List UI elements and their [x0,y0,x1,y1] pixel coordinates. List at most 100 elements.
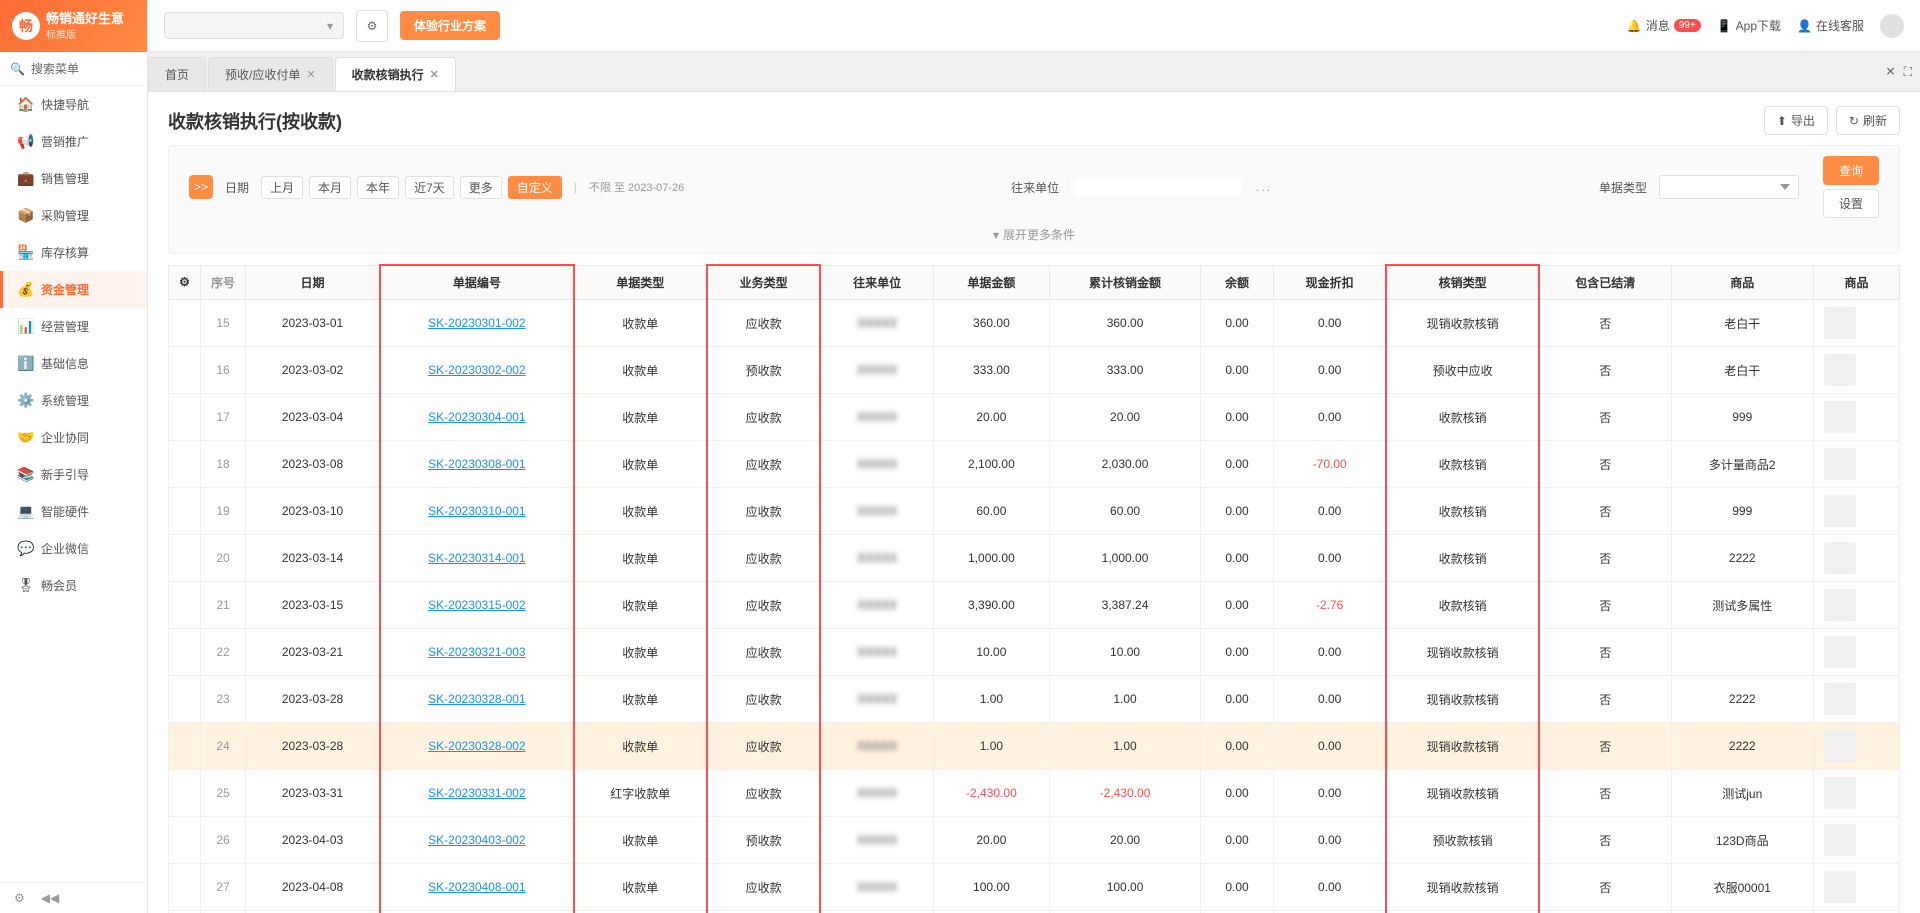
tab-close-icon[interactable]: ✕ [306,68,315,81]
sidebar-item-yingxiaotuiguang[interactable]: 📢 营销推广 [0,123,147,160]
col-header-settings[interactable]: ⚙ [169,265,201,300]
bill-no-link[interactable]: SK-20230308-001 [428,457,525,471]
close-tab-icon[interactable]: ✕ [1886,65,1896,79]
row-partner-cell: XXXXX [820,676,933,723]
sidebar-item-zijinguanli[interactable]: 💰 资金管理 [0,271,147,308]
expand-conditions-button[interactable]: ▾ 展开更多条件 [993,226,1075,243]
user-avatar[interactable] [1880,14,1904,38]
row-bill-no-cell[interactable]: SK-20230308-001 [380,441,574,488]
date-btn-7days[interactable]: 近7天 [405,176,454,199]
bill-no-link[interactable]: SK-20230331-002 [428,786,525,800]
row-bill-no-cell[interactable]: SK-20230328-002 [380,723,574,770]
tab-shoukuanhexiao[interactable]: 收款核销执行 ✕ [335,57,456,91]
date-btn-this-month[interactable]: 本月 [309,176,351,199]
tab-close-icon[interactable]: ✕ [430,68,439,81]
row-balance-cell: 0.00 [1201,300,1274,347]
messages-action[interactable]: 🔔 消息 99+ [1627,17,1701,34]
content-area: 收款核销执行(按收款) ⬆ 导出 ↻ 刷新 >> 日期 上月 本月 [148,92,1920,913]
bill-no-link[interactable]: SK-20230314-001 [428,551,525,565]
row-bill-amount-cell: 10.00 [933,629,1049,676]
row-bill-amount-cell: 333.00 [933,347,1049,394]
sidebar-item-xiaoshouguanli[interactable]: 💼 销售管理 [0,160,147,197]
row-bill-no-cell[interactable]: SK-20230403-002 [380,817,574,864]
row-bill-no-cell[interactable]: SK-20230331-002 [380,770,574,817]
row-goods-img-cell [1813,629,1899,676]
row-bill-no-cell[interactable]: SK-20230314-001 [380,535,574,582]
sidebar-item-caigouguanli[interactable]: 📦 采购管理 [0,197,147,234]
row-bill-no-cell[interactable]: SK-20230301-002 [380,300,574,347]
bill-no-link[interactable]: SK-20230328-002 [428,739,525,753]
date-btn-this-year[interactable]: 本年 [357,176,399,199]
online-service-action[interactable]: 👤 在线客服 [1797,17,1864,34]
row-bill-amount-cell: 2,100.00 [933,441,1049,488]
row-biz-type-cell: 应收款 [707,441,821,488]
industry-solution-button[interactable]: 体验行业方案 [400,11,500,40]
app-download-action[interactable]: 📱 App下载 [1717,17,1781,34]
partner-filter-input[interactable] [1071,175,1244,199]
maximize-icon[interactable]: ⛶ [1904,64,1912,79]
search-icon: 🔍 [10,62,25,76]
row-bill-no-cell[interactable]: SK-20230302-002 [380,347,574,394]
date-btn-custom[interactable]: 自定义 [508,176,562,199]
tab-home-label: 首页 [165,66,189,83]
row-serial-cell: 24 [201,723,246,770]
tab-home[interactable]: 首页 [148,57,206,91]
row-goods-img-cell [1813,817,1899,864]
bill-no-link[interactable]: SK-20230315-002 [428,598,525,612]
sidebar-item-xinshouyindao[interactable]: 📚 新手引导 [0,456,147,493]
row-bill-no-cell[interactable]: SK-20230408-001 [380,864,574,911]
breadcrumb-input[interactable]: ▾ [164,12,344,39]
row-biz-type-cell: 应收款 [707,394,821,441]
topbar-settings-button[interactable]: ⚙ [356,10,388,42]
bill-no-link[interactable]: SK-20230403-002 [428,833,525,847]
row-bill-no-cell[interactable]: SK-20230304-001 [380,394,574,441]
date-btn-last-month[interactable]: 上月 [261,176,303,199]
sidebar-item-kucunhesuan[interactable]: 🏪 库存核算 [0,234,147,271]
settings-small-button[interactable]: 设置 [1823,189,1879,218]
query-button[interactable]: 查询 [1823,156,1879,185]
tabbar-actions: ✕ ⛶ [1886,64,1912,79]
row-bill-no-cell[interactable]: SK-20230310-001 [380,488,574,535]
bill-no-link[interactable]: SK-20230321-003 [428,645,525,659]
data-table-container: ⚙ 序号 日期 单据编号 单据类型 业务类型 往来单位 单据金额 累计核销金额 … [168,264,1900,913]
row-include-settled-cell: 否 [1539,864,1671,911]
row-bill-no-cell[interactable]: SK-20230321-003 [380,629,574,676]
row-date-cell: 2023-03-04 [246,394,380,441]
sidebar-collapse-icon[interactable]: ◀◀ [41,891,59,905]
bill-no-link[interactable]: SK-20230302-002 [428,363,525,377]
logo-text: 畅销通好生意 [46,11,124,27]
bill-type-filter-select[interactable] [1659,175,1799,199]
bill-no-link[interactable]: SK-20230310-001 [428,504,525,518]
filter-toggle-button[interactable]: >> [189,175,213,199]
bill-no-link[interactable]: SK-20230408-001 [428,880,525,894]
row-settings-cell [169,723,201,770]
date-btn-more[interactable]: 更多 [460,176,502,199]
sidebar-item-qiyexietong[interactable]: 🤝 企业协同 [0,419,147,456]
refresh-button[interactable]: ↻ 刷新 [1836,106,1900,135]
row-partner-cell: XXXXX [820,441,933,488]
row-partner-cell: XXXXX [820,488,933,535]
sidebar-item-kuaijiedaohang[interactable]: 🏠 快捷导航 [0,86,147,123]
col-header-serial: 序号 [201,265,246,300]
sidebar-item-jichuxinxi[interactable]: ℹ️ 基础信息 [0,345,147,382]
tab-yushouyingshoufudan[interactable]: 预收/应收付单 ✕ [208,57,333,91]
row-balance-cell: 0.00 [1201,676,1274,723]
sidebar-item-qiyeweixin[interactable]: 💬 企业微信 [0,530,147,567]
row-include-settled-cell: 否 [1539,394,1671,441]
row-serial-cell: 20 [201,535,246,582]
export-button[interactable]: ⬆ 导出 [1764,106,1828,135]
sidebar-search[interactable]: 🔍 搜索菜单 [0,52,147,86]
bill-type-filter-label: 单据类型 [1599,179,1647,196]
settings-gear-icon[interactable]: ⚙ [14,891,25,905]
data-table: ⚙ 序号 日期 单据编号 单据类型 业务类型 往来单位 单据金额 累计核销金额 … [168,264,1900,913]
sidebar-item-xitongguanli[interactable]: ⚙️ 系统管理 [0,382,147,419]
sidebar-item-zhinengyinjian[interactable]: 💻 智能硬件 [0,493,147,530]
bill-no-link[interactable]: SK-20230301-002 [428,316,525,330]
row-bill-no-cell[interactable]: SK-20230328-001 [380,676,574,723]
table-row: 26 2023-04-03 SK-20230403-002 收款单 预收款 XX… [169,817,1900,864]
bill-no-link[interactable]: SK-20230304-001 [428,410,525,424]
row-bill-no-cell[interactable]: SK-20230315-002 [380,582,574,629]
sidebar-item-jingyingguanli[interactable]: 📊 经营管理 [0,308,147,345]
sidebar-item-changhyuan[interactable]: 🎖 畅会员 [0,567,147,604]
bill-no-link[interactable]: SK-20230328-001 [428,692,525,706]
